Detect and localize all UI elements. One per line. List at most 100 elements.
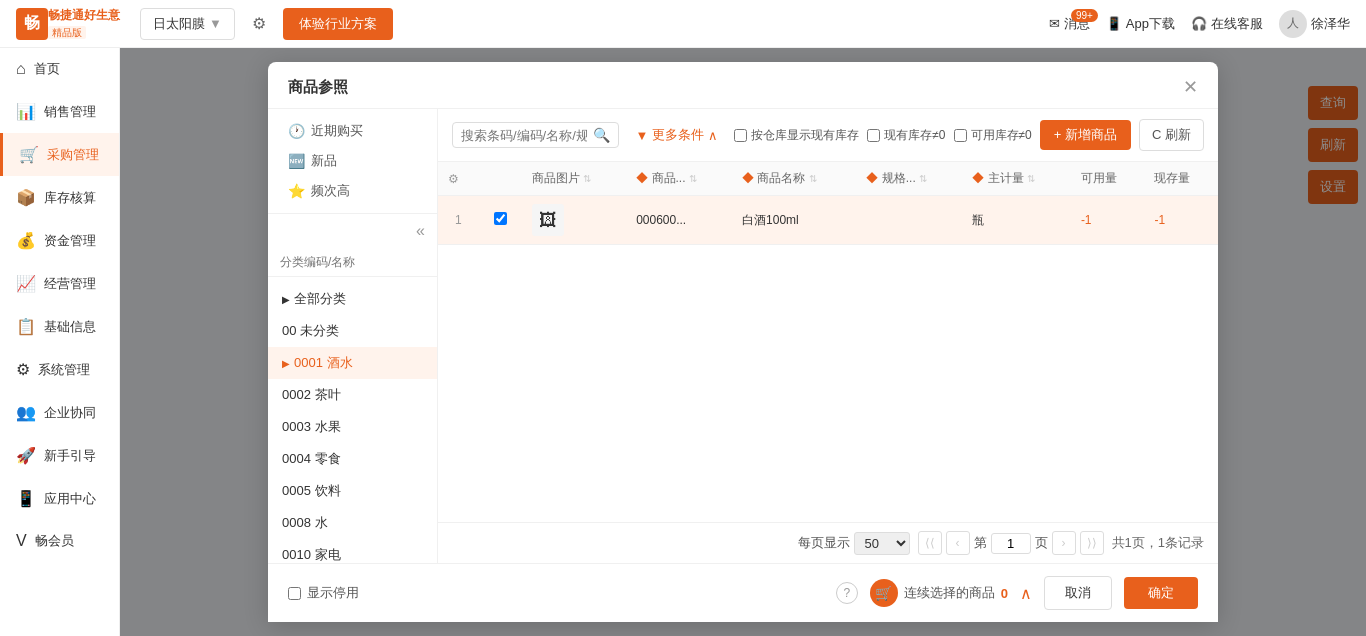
confirm-button[interactable]: 确定	[1124, 577, 1198, 609]
product-search-icon[interactable]: 🔍	[593, 127, 610, 143]
sidebar-item-finance[interactable]: 💰 资金管理	[0, 219, 119, 262]
footer-right: ? 🛒 连续选择的商品 0 ∧ 取消 确定	[836, 576, 1198, 610]
star-icon: ⭐	[288, 183, 305, 199]
apps-icon: 📱	[16, 489, 36, 508]
cell-spec	[856, 196, 962, 245]
cat-item-appliance[interactable]: 0010 家电	[268, 539, 437, 563]
sidebar-item-members[interactable]: V 畅会员	[0, 520, 119, 562]
cat-item-water[interactable]: 0008 水	[268, 507, 437, 539]
warehouse-filter[interactable]: 按仓库显示现有库存	[734, 127, 859, 144]
col-settings[interactable]: ⚙	[438, 162, 479, 196]
messages-button[interactable]: ✉ 消息 99+	[1049, 15, 1090, 33]
col-image[interactable]: 商品图片 ⇅	[522, 162, 626, 196]
col-available: 可用量	[1071, 162, 1145, 196]
page-last-button[interactable]: ⟩⟩	[1080, 531, 1104, 555]
available-filter[interactable]: 现有库存≠0	[867, 127, 945, 144]
main-layout: ⌂ 首页 📊 销售管理 🛒 采购管理 📦 库存核算 💰 资金管理 📈 经营管理 …	[0, 48, 1366, 636]
cancel-button[interactable]: 取消	[1044, 576, 1112, 610]
usable-filter[interactable]: 可用库存≠0	[954, 127, 1032, 144]
pagination-bar: 每页显示 50 10 20 100 ⟨⟨ ‹	[438, 522, 1218, 563]
cart-count: 0	[1001, 586, 1008, 601]
col-unit[interactable]: ◆ 主计量 ⇅	[962, 162, 1071, 196]
new-icon: 🆕	[288, 153, 305, 169]
modal-close-button[interactable]: ✕	[1183, 76, 1198, 98]
cell-code: 000600...	[626, 196, 732, 245]
user-menu[interactable]: 人 徐泽华	[1279, 10, 1350, 38]
inventory-icon: 📦	[16, 188, 36, 207]
cell-num: 1	[438, 196, 479, 245]
logo-icon: 畅	[16, 8, 48, 40]
cat-item-fruit[interactable]: 0003 水果	[268, 411, 437, 443]
product-search-box: 🔍	[452, 122, 619, 148]
row-checkbox[interactable]	[494, 212, 507, 225]
quick-filter-new[interactable]: 🆕 新品	[280, 147, 425, 175]
content-area: 查询 刷新 设置 商品参照 ✕ �	[120, 48, 1366, 636]
page-navigation: ⟨⟨ ‹ 第 页 › ⟩⟩	[918, 531, 1104, 555]
help-icon[interactable]: ?	[836, 582, 858, 604]
cta-button[interactable]: 体验行业方案	[283, 8, 393, 40]
page-size-selector: 每页显示 50 10 20 100	[798, 532, 910, 555]
cat-item-tea[interactable]: 0002 茶叶	[268, 379, 437, 411]
sidebar-item-purchase[interactable]: 🛒 采购管理	[0, 133, 119, 176]
expand-icon: ▶	[282, 294, 290, 305]
cat-item-liquor[interactable]: ▶ 0001 酒水	[268, 347, 437, 379]
more-filters-button[interactable]: ▼ 更多条件 ∧	[627, 122, 726, 148]
cart-icon[interactable]: 🛒	[870, 579, 898, 607]
sidebar-item-apps[interactable]: 📱 应用中心	[0, 477, 119, 520]
modal-overlay: 商品参照 ✕ 🕐 近期购买 🆕	[120, 48, 1366, 636]
category-search: 🔍	[268, 248, 437, 277]
page-number-input[interactable]	[991, 533, 1031, 554]
col-name[interactable]: ◆ 商品名称 ⇅	[732, 162, 856, 196]
page-label: 第	[974, 534, 987, 552]
product-search-input[interactable]	[461, 128, 587, 143]
app-logo: 畅 畅捷通好生意 精品版	[16, 7, 120, 40]
cat-item-beverage[interactable]: 0005 饮料	[268, 475, 437, 507]
customer-service-button[interactable]: 🎧 在线客服	[1191, 15, 1263, 33]
usable-checkbox[interactable]	[954, 129, 967, 142]
col-spec[interactable]: ◆ 规格... ⇅	[856, 162, 962, 196]
cell-checkbox[interactable]	[479, 196, 522, 245]
category-search-input[interactable]	[280, 255, 430, 269]
modal-title: 商品参照	[288, 78, 348, 97]
available-checkbox[interactable]	[867, 129, 880, 142]
table-row[interactable]: 1 🖼 000600... 白酒100ml 瓶	[438, 196, 1218, 245]
sidebar-item-collab[interactable]: 👥 企业协同	[0, 391, 119, 434]
sidebar-item-guide[interactable]: 🚀 新手引导	[0, 434, 119, 477]
filter-icon: ▼	[635, 128, 648, 143]
location-dropdown[interactable]: 日太阳膜 ▼	[140, 8, 235, 40]
show-disabled-toggle[interactable]: 显示停用	[288, 584, 359, 602]
show-disabled-checkbox[interactable]	[288, 587, 301, 600]
collapse-button[interactable]: «	[268, 214, 437, 248]
page-prev-button[interactable]: ‹	[946, 531, 970, 555]
cell-stock: -1	[1144, 196, 1218, 245]
quick-filter-frequent[interactable]: ⭐ 频次高	[280, 177, 425, 205]
refresh-button[interactable]: C 刷新	[1139, 119, 1204, 151]
add-product-button[interactable]: + 新增商品	[1040, 120, 1131, 150]
page-first-button[interactable]: ⟨⟨	[918, 531, 942, 555]
cat-item-all[interactable]: ▶ 全部分类	[268, 283, 437, 315]
footer-collapse-icon[interactable]: ∧	[1020, 584, 1032, 603]
app-download-button[interactable]: 📱 App下载	[1106, 15, 1175, 33]
warehouse-checkbox[interactable]	[734, 129, 747, 142]
cat-item-snacks[interactable]: 0004 零食	[268, 443, 437, 475]
sidebar-item-system[interactable]: ⚙ 系统管理	[0, 348, 119, 391]
quick-filter-recent[interactable]: 🕐 近期购买	[280, 117, 425, 145]
product-table-wrap: ⚙ 商品图片 ⇅ ◆ 商品...	[438, 162, 1218, 522]
page-next-button[interactable]: ›	[1052, 531, 1076, 555]
filter-collapse-icon: ∧	[708, 128, 718, 143]
product-panel: 🔍 ▼ 更多条件 ∧ 按仓库显示现有库存	[438, 109, 1218, 563]
col-code[interactable]: ◆ 商品... ⇅	[626, 162, 732, 196]
cat-item-uncategorized[interactable]: 00 未分类	[268, 315, 437, 347]
page-total-label: 共1页，1条记录	[1112, 534, 1204, 552]
sidebar-item-basic-info[interactable]: 📋 基础信息	[0, 305, 119, 348]
settings-icon[interactable]: ⚙	[243, 8, 275, 40]
sidebar-item-home[interactable]: ⌂ 首页	[0, 48, 119, 90]
sidebar-item-operations[interactable]: 📈 经营管理	[0, 262, 119, 305]
sort-active-spec-icon: ◆	[866, 171, 878, 185]
sidebar-item-sales[interactable]: 📊 销售管理	[0, 90, 119, 133]
page-size-dropdown[interactable]: 50 10 20 100	[854, 532, 910, 555]
info-icon: 📋	[16, 317, 36, 336]
sort-active-unit-icon: ◆	[972, 171, 984, 185]
col-checkbox	[479, 162, 522, 196]
sidebar-item-inventory[interactable]: 📦 库存核算	[0, 176, 119, 219]
